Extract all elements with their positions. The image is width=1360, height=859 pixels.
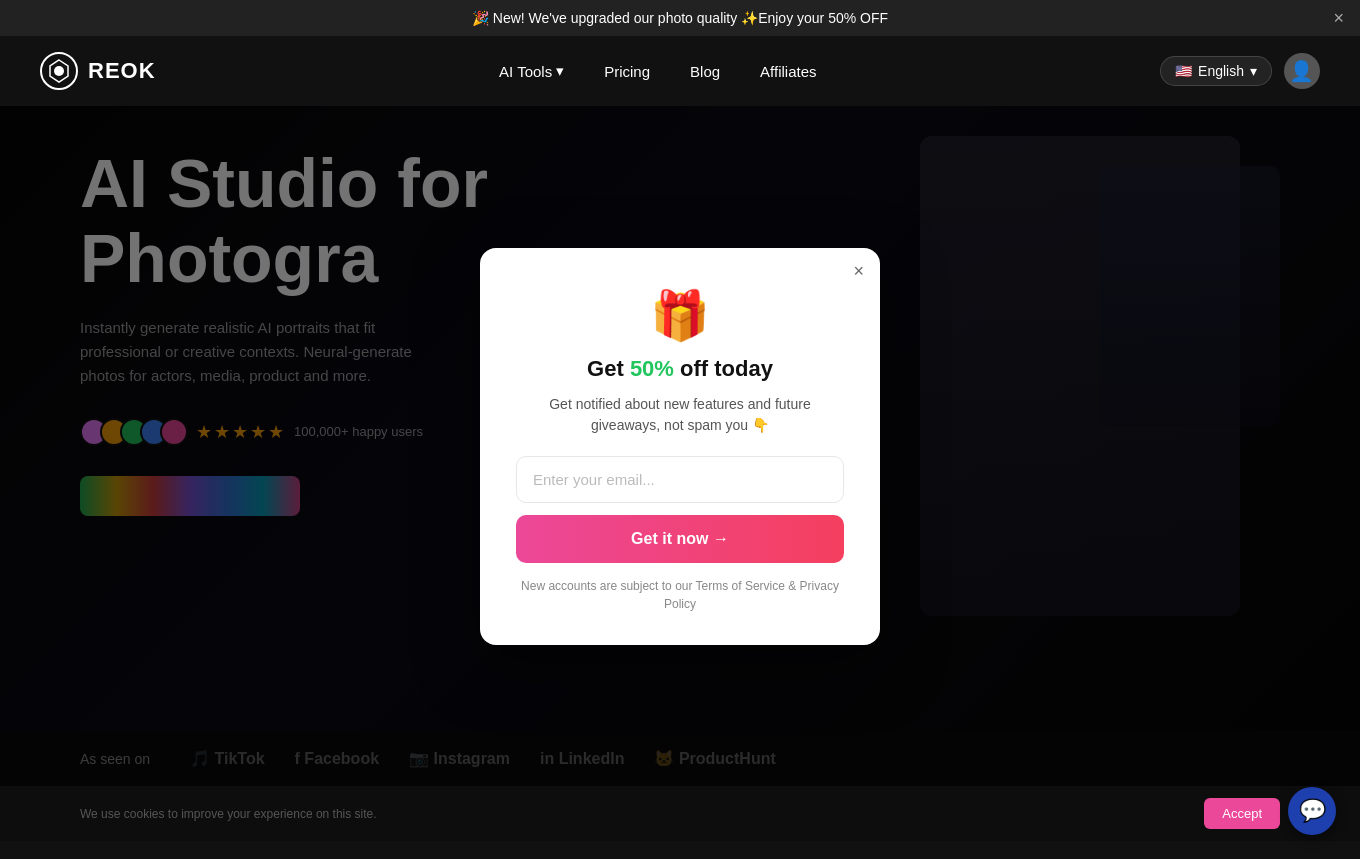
- chat-widget-button[interactable]: 💬: [1288, 787, 1336, 835]
- cookie-strip: We use cookies to improve your experienc…: [0, 786, 1360, 841]
- nav-links: AI Tools ▾ Pricing Blog Affiliates: [483, 54, 832, 88]
- accept-cookies-button[interactable]: Accept: [1204, 798, 1280, 829]
- modal-gift-icon: 🎁: [516, 288, 844, 344]
- chevron-down-icon: ▾: [1250, 63, 1257, 79]
- lang-label: English: [1198, 63, 1244, 79]
- avatar-icon: 👤: [1289, 59, 1314, 83]
- nav-item-blog[interactable]: Blog: [674, 55, 736, 88]
- chat-icon: 💬: [1299, 798, 1326, 824]
- modal-title-off: off today: [674, 356, 773, 381]
- modal-close-button[interactable]: ×: [853, 262, 864, 280]
- nav-item-pricing[interactable]: Pricing: [588, 55, 666, 88]
- modal-terms: New accounts are subject to our Terms of…: [516, 577, 844, 613]
- modal-title: Get 50% off today: [516, 356, 844, 382]
- logo-text: REOK: [88, 58, 156, 84]
- svg-point-1: [54, 66, 64, 76]
- modal-title-percent: 50%: [630, 356, 674, 381]
- nav-right: 🇺🇸 English ▾ 👤: [1160, 53, 1320, 89]
- get-it-now-button[interactable]: Get it now →: [516, 515, 844, 563]
- chevron-down-icon: ▾: [556, 62, 564, 80]
- cookie-text: We use cookies to improve your experienc…: [80, 805, 377, 823]
- flag-icon: 🇺🇸: [1175, 63, 1192, 79]
- nav-item-ai-tools[interactable]: AI Tools ▾: [483, 54, 580, 88]
- modal-title-get: Get: [587, 356, 630, 381]
- announcement-close[interactable]: ×: [1333, 8, 1344, 29]
- nav-item-affiliates[interactable]: Affiliates: [744, 55, 832, 88]
- modal-dialog: × 🎁 Get 50% off today Get notified about…: [480, 248, 880, 645]
- email-input[interactable]: [516, 456, 844, 503]
- logo[interactable]: REOK: [40, 52, 156, 90]
- announcement-text: 🎉 New! We've upgraded our photo quality …: [472, 10, 888, 26]
- navbar: REOK AI Tools ▾ Pricing Blog Affiliates …: [0, 36, 1360, 106]
- modal-overlay: × 🎁 Get 50% off today Get notified about…: [0, 106, 1360, 786]
- hero-section: AI Studio for Photogra Instantly generat…: [0, 106, 1360, 786]
- user-avatar[interactable]: 👤: [1284, 53, 1320, 89]
- logo-icon: [40, 52, 78, 90]
- modal-description: Get notified about new features and futu…: [516, 394, 844, 436]
- announcement-bar: 🎉 New! We've upgraded our photo quality …: [0, 0, 1360, 36]
- language-selector[interactable]: 🇺🇸 English ▾: [1160, 56, 1272, 86]
